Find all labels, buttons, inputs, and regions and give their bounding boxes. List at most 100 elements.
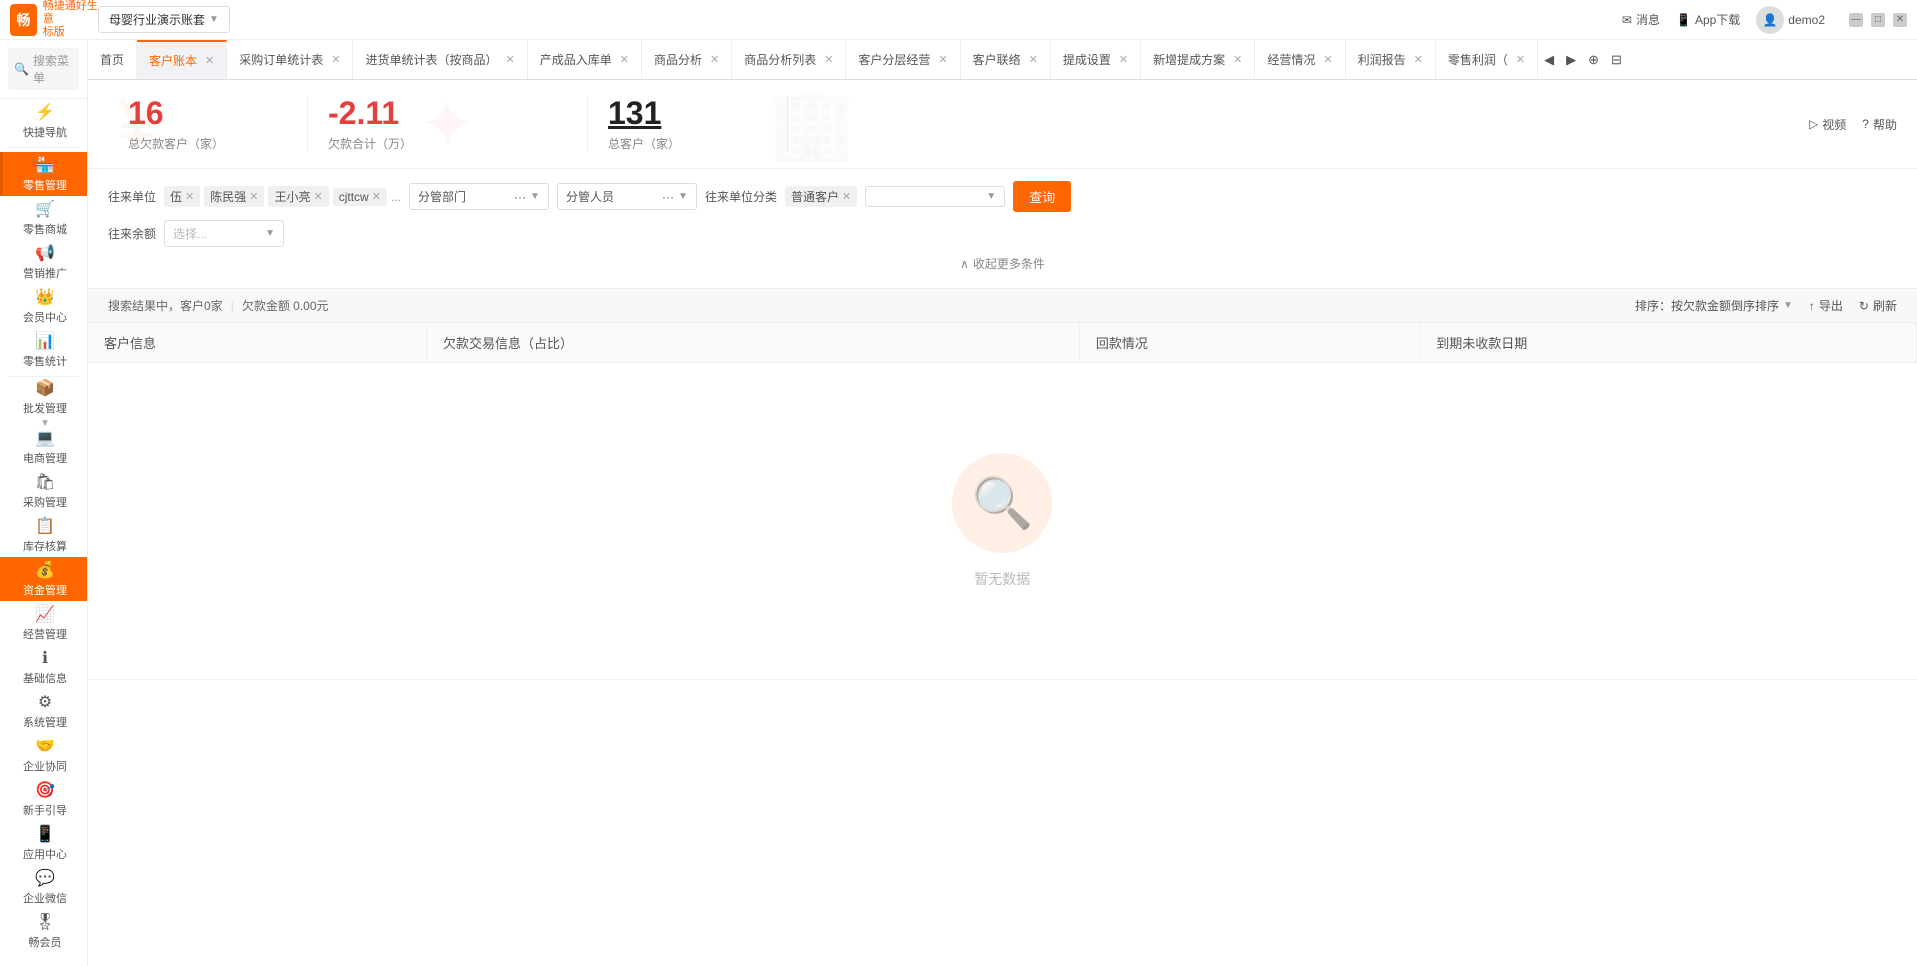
minimize-btn[interactable]: — <box>1849 13 1863 27</box>
sidebar-item-operations[interactable]: 📈 经营管理 <box>0 601 87 645</box>
maximize-btn[interactable]: □ <box>1871 13 1885 27</box>
tab-close-icon-10[interactable]: ✕ <box>1233 53 1242 66</box>
tab-commission-settings[interactable]: 提成设置 ✕ <box>1051 40 1141 80</box>
tab-product-analysis[interactable]: 商品分析 ✕ <box>642 40 732 80</box>
sidebar-item-corp-collab[interactable]: 🤝 企业协同 <box>0 733 87 777</box>
sidebar-item-basic-info[interactable]: ℹ 基础信息 <box>0 645 87 689</box>
retail-mgmt-icon: 🏪 <box>35 155 55 175</box>
tab-close-icon-7[interactable]: ✕ <box>938 53 947 66</box>
sidebar-item-new-guide[interactable]: 🎯 新手引导 <box>0 777 87 821</box>
finance-icon: 💰 <box>35 560 55 580</box>
sidebar-search-btn[interactable]: 🔍 搜索菜单 <box>8 48 79 90</box>
user-profile-btn[interactable]: 👤 demo2 <box>1756 6 1825 34</box>
system-icon: ⚙ <box>38 692 52 712</box>
sidebar-item-purchase[interactable]: 🛍 采购管理 <box>0 469 87 513</box>
sort-label: 排序：按欠款金额倒序排序 <box>1635 297 1779 314</box>
sort-dropdown-icon: ▼ <box>1783 300 1793 311</box>
sort-select[interactable]: 排序：按欠款金额倒序排序 ▼ <box>1635 297 1793 314</box>
close-btn[interactable]: ✕ <box>1893 13 1907 27</box>
filter-more-tags-btn[interactable]: ... <box>391 190 401 204</box>
sidebar-item-marketing[interactable]: 📢 营销推广 <box>0 240 87 284</box>
query-button[interactable]: 查询 <box>1013 181 1071 212</box>
tag-remove-wang[interactable]: ✕ <box>314 190 323 203</box>
tab-customer-segment[interactable]: 客户分层经营 ✕ <box>846 40 960 80</box>
tag-remove-cjttcw[interactable]: ✕ <box>372 190 381 203</box>
balance-filter-select[interactable]: 选择... ▼ <box>164 220 284 247</box>
tag-remove-chen[interactable]: ✕ <box>249 190 258 203</box>
stat-bg-icon-3: 🏢 <box>768 83 855 165</box>
tab-close-icon-4[interactable]: ✕ <box>620 53 629 66</box>
sidebar-header: 🔍 搜索菜单 <box>0 40 87 99</box>
tab-profit-report[interactable]: 利润报告 ✕ <box>1346 40 1436 80</box>
help-icon: ? <box>1862 117 1869 131</box>
dept-filter-select[interactable]: 分管部门 ··· ▼ <box>409 183 549 210</box>
empty-illustration: 🔍 <box>952 453 1052 553</box>
sidebar-item-retail-stats[interactable]: 📊 零售统计 <box>0 328 87 372</box>
account-dropdown[interactable]: 母婴行业演示账套 ▼ <box>98 6 230 33</box>
sidebar-item-retail-mall[interactable]: 🛒 零售商城 <box>0 196 87 240</box>
filter-tag-wang: 王小亮 ✕ <box>268 186 328 207</box>
tab-product-analysis-list[interactable]: 商品分析列表 ✕ <box>732 40 846 80</box>
tab-customer-contact[interactable]: 客户联络 ✕ <box>961 40 1051 80</box>
sidebar-item-system[interactable]: ⚙ 系统管理 <box>0 689 87 733</box>
collapse-filter-btn[interactable]: ∧ 收起更多条件 <box>108 255 1897 272</box>
tab-close-icon-9[interactable]: ✕ <box>1119 53 1128 66</box>
sidebar-item-app-center[interactable]: 📱 应用中心 <box>0 821 87 865</box>
message-btn[interactable]: ✉ 消息 <box>1622 11 1660 28</box>
sidebar-item-wholesale[interactable]: 📦 批发管理 ▼ <box>0 381 87 425</box>
results-separator: | <box>231 299 234 313</box>
video-help-btn[interactable]: ▷ 视频 <box>1809 116 1846 133</box>
tab-close-icon-3[interactable]: ✕ <box>506 53 515 66</box>
inventory-icon: 📋 <box>35 516 55 536</box>
stat-bg-icon-1: ¥ <box>118 84 157 164</box>
tab-more-btn[interactable]: ⊕ <box>1582 40 1605 80</box>
filter-tag-cjttcw: cjttcw ✕ <box>333 188 387 206</box>
tab-product-inbound[interactable]: 产成品入库单 ✕ <box>528 40 642 80</box>
sidebar-item-ecommerce[interactable]: 💻 电商管理 <box>0 425 87 469</box>
logo-area: 畅 畅捷通好生意 标版 <box>10 0 98 39</box>
tab-purchase-stats-by-product[interactable]: 进货单统计表（按商品） ✕ <box>353 40 527 80</box>
sidebar-item-inventory[interactable]: 📋 库存核算 <box>0 513 87 557</box>
sidebar-item-finance[interactable]: 💰 资金管理 <box>0 557 87 601</box>
sidebar-item-retail-mgmt[interactable]: 🏪 零售管理 <box>0 152 87 196</box>
help-btn[interactable]: ? 帮助 <box>1862 116 1897 133</box>
filter-area: 往来单位 伍 ✕ 陈民强 ✕ 王小亮 ✕ <box>88 169 1917 289</box>
tab-close-icon-5[interactable]: ✕ <box>710 53 719 66</box>
tab-close-icon-6[interactable]: ✕ <box>824 53 833 66</box>
tab-purchase-order-stats[interactable]: 采购订单统计表 ✕ <box>227 40 353 80</box>
tab-home[interactable]: 首页 <box>88 40 137 80</box>
category-filter-tags: 普通客户 ✕ <box>785 186 857 207</box>
tab-nav-left-btn[interactable]: ◀ <box>1538 40 1560 80</box>
tab-close-icon[interactable]: ✕ <box>205 54 214 67</box>
app-download-btn[interactable]: 📱 App下载 <box>1676 11 1740 28</box>
tab-close-icon-8[interactable]: ✕ <box>1029 53 1038 66</box>
sidebar-item-vip[interactable]: 🎖 畅会员 <box>0 909 87 953</box>
export-icon: ↑ <box>1809 299 1815 313</box>
tab-close-icon-12[interactable]: ✕ <box>1414 53 1423 66</box>
tab-close-icon-11[interactable]: ✕ <box>1323 53 1332 66</box>
page-tab-bar: 首页 客户账本 ✕ 采购订单统计表 ✕ 进货单统计表（按商品） ✕ 产成品入库单… <box>88 40 1917 80</box>
tab-close-icon-13[interactable]: ✕ <box>1516 53 1525 66</box>
avatar: 👤 <box>1756 6 1784 34</box>
tab-business-status[interactable]: 经营情况 ✕ <box>1255 40 1345 80</box>
person-filter-select[interactable]: 分管人员 ··· ▼ <box>557 183 697 210</box>
tag-remove-normal[interactable]: ✕ <box>842 190 851 203</box>
tab-collapse-btn[interactable]: ⊟ <box>1605 40 1628 80</box>
tab-nav-right-btn[interactable]: ▶ <box>1560 40 1582 80</box>
top-bar: 畅 畅捷通好生意 标版 母婴行业演示账套 ▼ ✉ 消息 📱 App下载 👤 de… <box>0 0 1917 40</box>
refresh-btn[interactable]: ↻ 刷新 <box>1859 297 1897 314</box>
results-right-actions: 排序：按欠款金额倒序排序 ▼ ↑ 导出 ↻ 刷新 <box>1635 297 1897 314</box>
category-filter-select[interactable]: ▼ <box>865 186 1005 207</box>
tag-remove-wu[interactable]: ✕ <box>185 190 194 203</box>
tab-add-commission[interactable]: 新增提成方案 ✕ <box>1141 40 1255 80</box>
tab-customer-ledger[interactable]: 客户账本 ✕ <box>137 40 227 80</box>
tab-retail-profit[interactable]: 零售利润（ ✕ <box>1436 40 1538 80</box>
sidebar-item-member-center[interactable]: 👑 会员中心 <box>0 284 87 328</box>
sidebar-item-quick-nav[interactable]: ⚡ 快捷导航 <box>0 99 87 143</box>
export-btn[interactable]: ↑ 导出 <box>1809 297 1843 314</box>
person-dropdown-icon: ▼ <box>678 191 688 202</box>
tab-close-icon-2[interactable]: ✕ <box>331 53 340 66</box>
results-bar: 搜索结果中，客户0家 | 欠款金额 0.00元 排序：按欠款金额倒序排序 ▼ ↑… <box>88 289 1917 323</box>
sidebar-item-wechat[interactable]: 💬 企业微信 <box>0 865 87 909</box>
wholesale-icon: 📦 <box>35 378 55 398</box>
